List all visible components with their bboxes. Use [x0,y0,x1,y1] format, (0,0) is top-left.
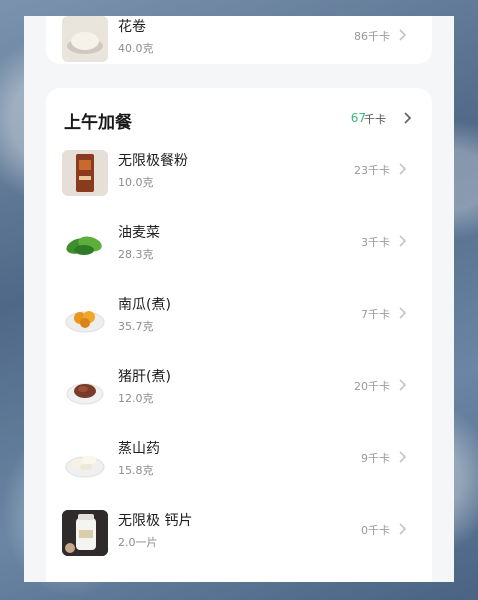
food-calories: 3千卡 [361,236,390,249]
chevron-right-icon [399,29,407,41]
section-calorie-unit: 千卡 [364,113,386,126]
food-name: 无限极 钙片 [118,513,193,529]
list-item[interactable]: 无限极餐粉 10.0克 23千卡 [46,144,432,202]
food-name: 猪肝(煮) [118,369,171,385]
chevron-right-icon [399,451,407,463]
list-item[interactable]: 油麦菜 28.3克 3千卡 [46,216,432,274]
chevron-right-icon [399,235,407,247]
pumpkin-thumbnail [62,294,108,340]
steamed-bun-thumbnail [62,16,108,62]
food-calories: 0千卡 [361,524,390,537]
food-weight: 28.3克 [118,248,154,261]
food-name: 花卷 [118,19,146,35]
food-calories: 9千卡 [361,452,390,465]
food-weight: 2.0一片 [118,536,158,549]
yam-thumbnail [62,438,108,484]
food-calories: 23千卡 [354,164,390,177]
food-calories: 86千卡 [354,30,390,43]
food-weight: 12.0克 [118,392,154,405]
previous-meal-card: 花卷 40.0克 86千卡 [46,16,432,64]
food-name: 油麦菜 [118,225,160,241]
pork-liver-thumbnail [62,366,108,412]
list-item[interactable]: 花卷 40.0克 86千卡 [46,16,432,68]
list-item[interactable]: 南瓜(煮) 35.7克 7千卡 [46,288,432,346]
chevron-right-icon [399,523,407,535]
chevron-right-icon [399,307,407,319]
food-calories: 7千卡 [361,308,390,321]
meal-powder-box-thumbnail [62,150,108,196]
food-calories: 20千卡 [354,380,390,393]
food-name: 蒸山药 [118,441,160,457]
food-weight: 10.0克 [118,176,154,189]
food-weight: 40.0克 [118,42,154,55]
calcium-tablet-bottle-thumbnail [62,510,108,556]
lettuce-thumbnail [62,222,108,268]
section-title: 上午加餐 [64,113,132,133]
chevron-right-icon [399,163,407,175]
list-item[interactable]: 猪肝(煮) 12.0克 20千卡 [46,360,432,418]
morning-snack-card: 上午加餐 67 千卡 无限极餐粉 10.0克 23千卡 油麦菜 28.3克 3千… [46,88,432,582]
chevron-right-icon[interactable] [400,110,414,126]
list-item[interactable]: 无限极 钙片 2.0一片 0千卡 [46,504,432,562]
list-item[interactable]: 蒸山药 15.8克 9千卡 [46,432,432,490]
food-name: 无限极餐粉 [118,153,188,169]
food-weight: 15.8克 [118,464,154,477]
food-name: 南瓜(煮) [118,297,171,313]
app-screen: 花卷 40.0克 86千卡 上午加餐 67 千卡 无限极餐粉 10.0克 23千… [24,16,454,582]
chevron-right-icon [399,379,407,391]
food-weight: 35.7克 [118,320,154,333]
